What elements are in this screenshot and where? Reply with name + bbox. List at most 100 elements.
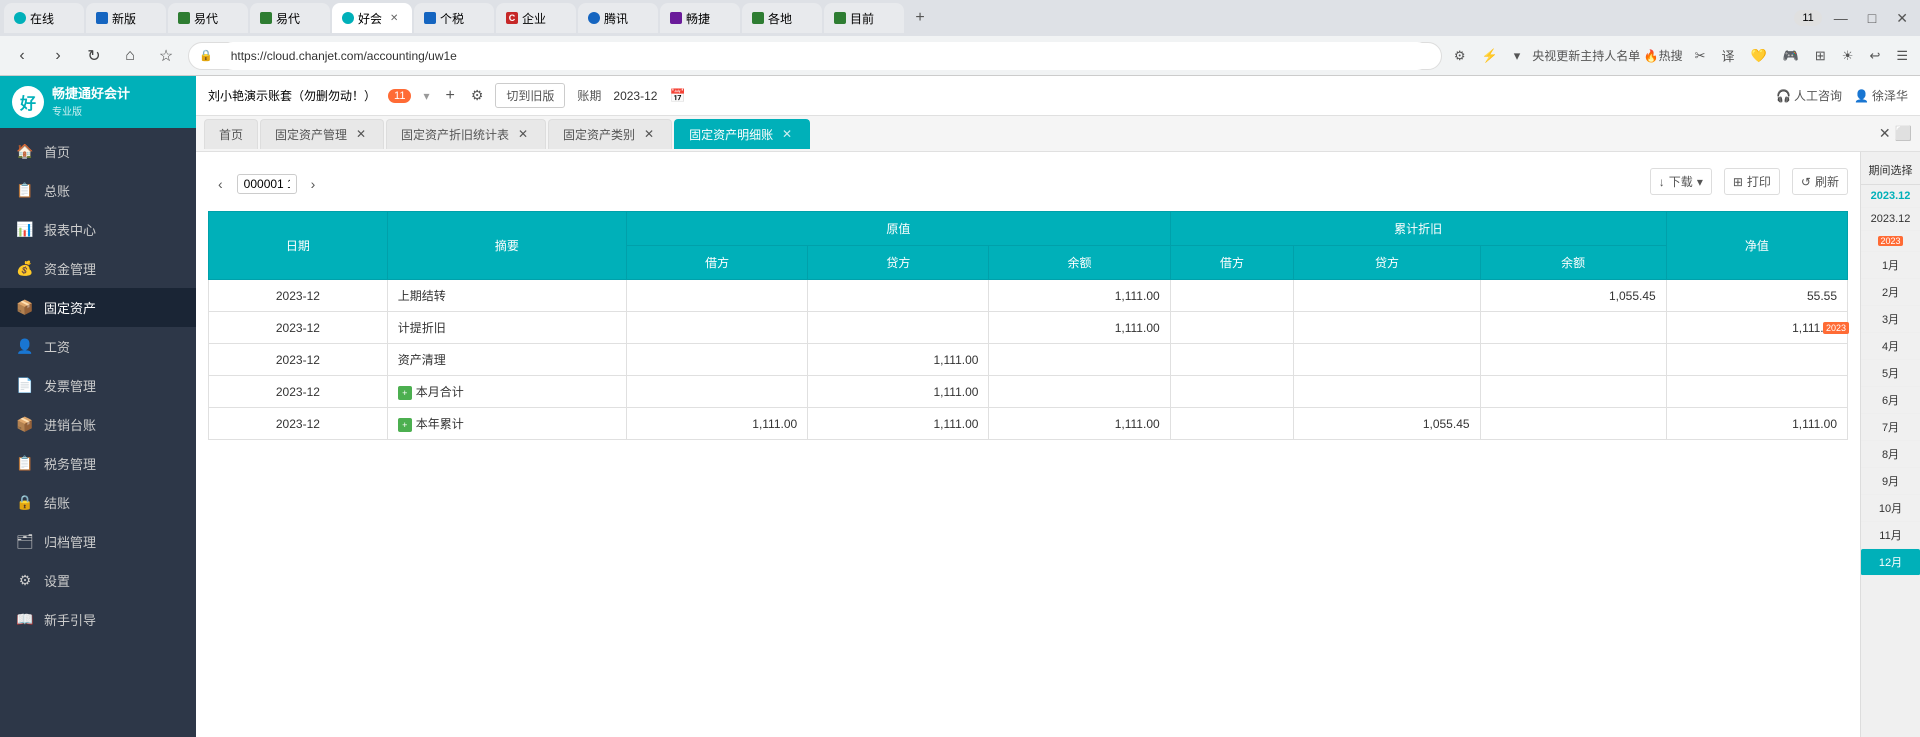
browser-tab-6[interactable]: 个税 <box>414 3 494 33</box>
sidebar-item-funds[interactable]: 💰 资金管理 <box>0 249 196 288</box>
browser-tab-10[interactable]: 各地 <box>742 3 822 33</box>
period-panel-title: 期间选择 <box>1861 156 1920 185</box>
minimize-button[interactable]: — <box>1826 6 1856 30</box>
period-item-2023-12-b[interactable]: 2023.12 <box>1861 208 1920 231</box>
add-account-button[interactable]: + <box>441 87 458 105</box>
browser-tab-7[interactable]: C 企业 <box>496 3 576 33</box>
period-item-7[interactable]: 7月 <box>1861 414 1920 441</box>
period-label: 账期 <box>577 87 601 104</box>
app-header: 刘小艳演示账套（勿删勿动！） 11 ▾ + ⚙ 切到旧版 账期 2023-12 … <box>196 76 1920 116</box>
tab-fixed-assets-mgmt[interactable]: 固定资产管理 ✕ <box>260 119 384 149</box>
tab-close-fixed-assets-mgmt[interactable]: ✕ <box>353 126 369 142</box>
maximize-button[interactable]: □ <box>1860 6 1884 30</box>
browser-tab-3[interactable]: 易代 <box>168 3 248 33</box>
sidebar-item-payroll[interactable]: 👤 工资 <box>0 327 196 366</box>
sidebar-item-fixed-assets[interactable]: 📦 固定资产 <box>0 288 196 327</box>
tab-asset-detail[interactable]: 固定资产明细账 ✕ <box>674 119 810 149</box>
sidebar-item-general-ledger[interactable]: 📋 总账 <box>0 171 196 210</box>
print-label: 打印 <box>1747 173 1771 190</box>
sidebar-item-settings[interactable]: ⚙ 设置 <box>0 561 196 600</box>
sidebar-item-guide[interactable]: 📖 新手引导 <box>0 600 196 639</box>
sidebar-label-home: 首页 <box>44 142 70 161</box>
period-item-2023[interactable]: 2023 <box>1861 231 1920 252</box>
period-item-11[interactable]: 11月 <box>1861 522 1920 549</box>
undo-icon[interactable]: ↩ <box>1865 46 1884 66</box>
sidebar-item-inventory[interactable]: 📦 进销台账 <box>0 405 196 444</box>
tab-depreciation-stats[interactable]: 固定资产折旧统计表 ✕ <box>386 119 546 149</box>
tab-asset-category[interactable]: 固定资产类别 ✕ <box>548 119 672 149</box>
back-button[interactable]: ‹ <box>8 42 36 70</box>
lightning-icon[interactable]: ⚡ <box>1478 46 1502 66</box>
extensions-icon[interactable]: ⚙ <box>1450 46 1470 66</box>
tab-home[interactable]: 首页 <box>204 119 258 149</box>
browser-tab-8[interactable]: 腾讯 <box>578 3 658 33</box>
period-item-1[interactable]: 1月 <box>1861 252 1920 279</box>
close-button[interactable]: ✕ <box>1888 6 1916 31</box>
dropdown-icon[interactable]: ▾ <box>423 89 429 103</box>
period-item-9[interactable]: 9月 <box>1861 468 1920 495</box>
browser-tab-4[interactable]: 易代 <box>250 3 330 33</box>
refresh-icon: ↺ <box>1801 175 1811 189</box>
browser-tab-1[interactable]: 在线 <box>4 3 84 33</box>
period-item-2[interactable]: 2月 <box>1861 279 1920 306</box>
switch-version-button[interactable]: 切到旧版 <box>495 83 565 108</box>
download-button[interactable]: ↓ 下载 ▾ <box>1650 168 1712 195</box>
refresh-button[interactable]: ↺ 刷新 <box>1792 168 1848 195</box>
page-input[interactable] <box>237 174 297 194</box>
period-item-10[interactable]: 10月 <box>1861 495 1920 522</box>
calendar-icon[interactable]: 📅 <box>669 88 685 104</box>
cell-orig-balance-4 <box>989 376 1170 408</box>
period-item-8[interactable]: 8月 <box>1861 441 1920 468</box>
tab-close-category[interactable]: ✕ <box>641 126 657 142</box>
tab-close-5[interactable]: ✕ <box>390 13 398 24</box>
dropdown-icon[interactable]: ▾ <box>1510 46 1525 66</box>
home-button[interactable]: ⌂ <box>116 42 144 70</box>
period-item-4[interactable]: 4月 <box>1861 333 1920 360</box>
browser-tab-9[interactable]: 畅捷 <box>660 3 740 33</box>
sidebar-item-reports[interactable]: 📊 报表中心 <box>0 210 196 249</box>
new-tab-button[interactable]: + <box>906 4 934 32</box>
cell-net-value-2: 1,111.00 2023 <box>1666 312 1847 344</box>
brightness-icon[interactable]: ☀ <box>1838 46 1858 66</box>
print-button[interactable]: ⊞ 打印 <box>1724 168 1780 195</box>
next-page-button[interactable]: › <box>305 174 322 194</box>
sidebar-item-closing[interactable]: 🔒 结账 <box>0 483 196 522</box>
tab-close-detail[interactable]: ✕ <box>779 126 795 142</box>
bookmark-button[interactable]: ☆ <box>152 42 180 70</box>
wallet-icon[interactable]: 💛 <box>1747 46 1771 66</box>
period-item-3[interactable]: 3月 <box>1861 306 1920 333</box>
sidebar-item-archive[interactable]: 🗂 归档管理 <box>0 522 196 561</box>
grid-icon[interactable]: ⊞ <box>1811 46 1830 66</box>
menu-icon[interactable]: ☰ <box>1892 46 1912 66</box>
expand-tabs-button[interactable]: ⬜ <box>1895 125 1912 142</box>
sidebar-item-tax[interactable]: 📋 税务管理 <box>0 444 196 483</box>
browser-tab-11[interactable]: 目前 <box>824 3 904 33</box>
browser-tab-2[interactable]: 新版 <box>86 3 166 33</box>
sidebar-label-settings: 设置 <box>44 571 70 590</box>
period-item-12[interactable]: 12月 <box>1861 549 1920 576</box>
forward-button[interactable]: › <box>44 42 72 70</box>
address-input[interactable] <box>219 42 1431 70</box>
prev-page-button[interactable]: ‹ <box>212 174 229 194</box>
period-item-2023-12-a[interactable]: 2023.12 <box>1861 185 1920 208</box>
translate-icon[interactable]: 译 <box>1717 44 1738 67</box>
user-button[interactable]: 👤 徐泽华 <box>1854 87 1908 104</box>
tab-close-depreciation[interactable]: ✕ <box>515 126 531 142</box>
reload-button[interactable]: ↻ <box>80 42 108 70</box>
cell-orig-credit-5: 1,111.00 <box>808 408 989 440</box>
cell-orig-credit-4: 1,111.00 <box>808 376 989 408</box>
sidebar-item-home[interactable]: 🏠 首页 <box>0 132 196 171</box>
settings-gear-icon[interactable]: ⚙ <box>471 87 484 104</box>
period-item-5[interactable]: 5月 <box>1861 360 1920 387</box>
period-badge: 2023 <box>1878 236 1902 246</box>
period-item-6[interactable]: 6月 <box>1861 387 1920 414</box>
tab-asset-detail-label: 固定资产明细账 <box>689 126 773 143</box>
service-button[interactable]: 🎧 人工咨询 <box>1776 87 1842 104</box>
cell-acc-balance-5 <box>1480 408 1666 440</box>
scissors-icon[interactable]: ✂ <box>1691 46 1710 66</box>
cell-acc-credit-1 <box>1294 280 1480 312</box>
game-icon[interactable]: 🎮 <box>1779 46 1803 66</box>
collapse-tabs-button[interactable]: ✕ <box>1879 125 1891 142</box>
sidebar-item-invoice[interactable]: 📄 发票管理 <box>0 366 196 405</box>
browser-tab-5[interactable]: 好会 ✕ <box>332 3 412 33</box>
